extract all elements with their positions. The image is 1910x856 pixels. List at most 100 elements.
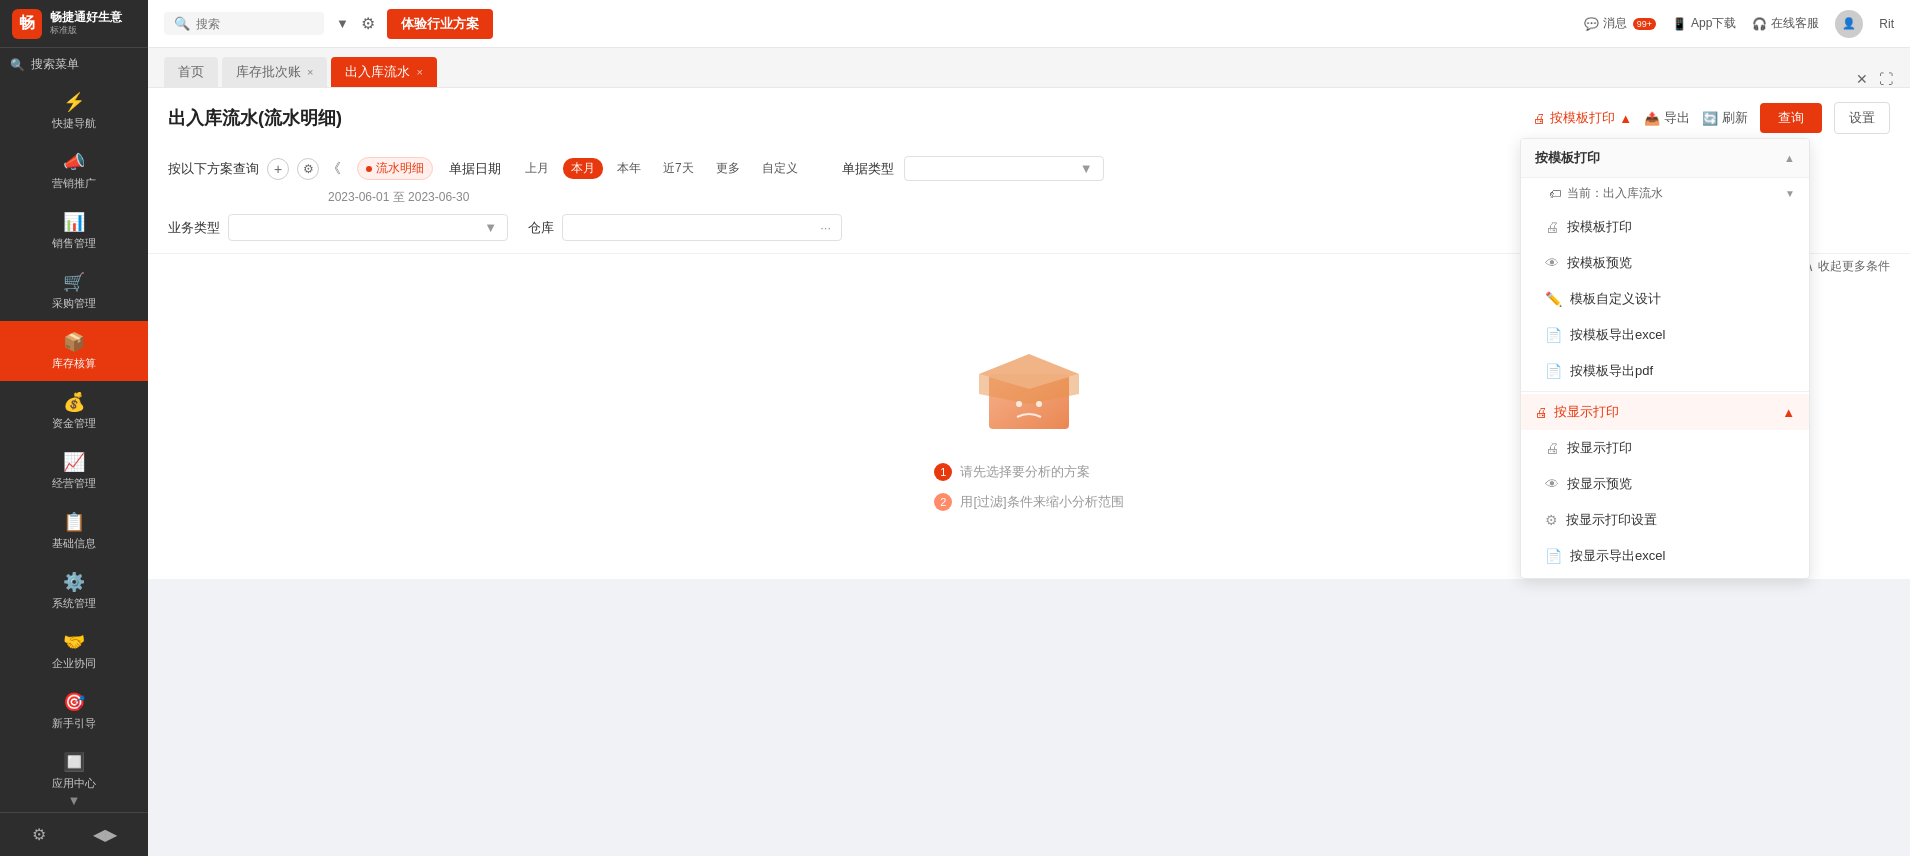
shortcut-current-month[interactable]: 本月 [563,158,603,179]
sidebar-item-marketing[interactable]: 📣 营销推广 [0,141,148,201]
export-icon: 📤 [1644,111,1660,126]
service-btn[interactable]: 🎧 在线客服 [1752,15,1819,32]
display-print-icon: 🖨 [1545,440,1559,456]
dropdown-item-template-preview[interactable]: 👁 按模板预览 [1521,245,1809,281]
nav-label: 经营管理 [52,476,96,491]
dropdown-item-display-pdf[interactable]: 📄 按显示导出pdf [1521,574,1809,578]
tab-home-label: 首页 [178,63,204,81]
sidebar-item-operation[interactable]: 📈 经营管理 [0,441,148,501]
shortcut-more[interactable]: 更多 [708,158,748,179]
search-input[interactable] [196,17,314,31]
purchase-icon: 🛒 [63,271,85,293]
nav-label: 新手引导 [52,716,96,731]
display-print-section-icon: 🖨 [1535,405,1548,420]
sidebar-search-btn[interactable]: 🔍 搜索菜单 [0,48,148,81]
user-avatar[interactable]: 👤 [1835,10,1863,38]
display-excel-icon: 📄 [1545,548,1562,564]
tab-batch[interactable]: 库存批次账 × [222,57,327,87]
query-button[interactable]: 查询 [1760,103,1822,133]
export-btn[interactable]: 📤 导出 [1644,109,1690,127]
top-bar: 🔍 ▼ ⚙ 体验行业方案 💬 消息 99+ 📱 App下载 🎧 在线客服 👤 [148,0,1910,48]
filter-add-btn[interactable]: + [267,158,289,180]
sidebar-item-system[interactable]: ⚙️ 系统管理 [0,561,148,621]
active-filter-tag[interactable]: 流水明细 [357,157,433,180]
voucher-type-label: 单据类型 [842,160,894,178]
current-chevron[interactable]: ▼ [1785,188,1795,199]
step-num-2: 2 [934,493,952,511]
settings-gear-btn[interactable]: ⚙ [28,821,50,848]
tab-flow[interactable]: 出入库流水 × [331,57,436,87]
settings-button[interactable]: 设置 [1834,102,1890,134]
user-name[interactable]: Rit [1879,17,1894,31]
top-search[interactable]: 🔍 [164,12,324,35]
template-excel-icon: 📄 [1545,327,1562,343]
system-icon: ⚙️ [63,571,85,593]
win-close-btn[interactable]: ✕ [1854,71,1870,87]
sidebar-item-appcenter[interactable]: 🔲 应用中心 [0,741,148,789]
warehouse-label: 仓库 [528,219,554,237]
business-type-label: 业务类型 [168,219,220,237]
filter-voucher-area: 单据类型 ▼ [842,156,1104,181]
dropdown-panel-header: 按模板打印 ▲ [1521,139,1809,178]
filter-collapse-chevron[interactable]: 《 [327,160,341,178]
collapse-more-btn[interactable]: ∧ 收起更多条件 [1805,258,1890,275]
dropdown-item-template-excel[interactable]: 📄 按模板导出excel [1521,317,1809,353]
sidebar-item-basic[interactable]: 📋 基础信息 [0,501,148,561]
dropdown-item-template-print[interactable]: 🖨 按模板打印 [1521,209,1809,245]
display-preview-icon: 👁 [1545,476,1559,492]
shortcut-last-month[interactable]: 上月 [517,158,557,179]
sidebar-item-purchase[interactable]: 🛒 采购管理 [0,261,148,321]
tab-flow-close[interactable]: × [416,66,422,78]
collapse-sidebar-btn[interactable]: ◀▶ [89,821,121,848]
template-custom-icon: ✏️ [1545,291,1562,307]
warehouse-select[interactable]: ··· [562,214,842,241]
dropdown-item-display-print[interactable]: 🖨 按显示打印 [1521,430,1809,466]
shortcut-current-year[interactable]: 本年 [609,158,649,179]
dropdown-collapse-btn[interactable]: ▲ [1784,152,1795,164]
message-badge: 99+ [1633,18,1656,30]
page-actions: 🖨 按模板打印 ▲ 📤 导出 🔄 刷新 查询 设置 按模板打印 [1533,102,1890,134]
dropdown-item-template-pdf[interactable]: 📄 按模板导出pdf [1521,353,1809,389]
nav-label: 企业协同 [52,656,96,671]
win-maximize-btn[interactable]: ⛶ [1878,71,1894,87]
business-type-wrap: 业务类型 ▼ [168,214,508,241]
business-type-select[interactable]: ▼ [228,214,508,241]
dropdown-item-display-excel[interactable]: 📄 按显示导出excel [1521,538,1809,574]
print-dropdown-btn[interactable]: 🖨 按模板打印 ▲ [1533,109,1632,127]
shortcut-custom[interactable]: 自定义 [754,158,806,179]
app-download-btn[interactable]: 📱 App下载 [1672,15,1736,32]
dropdown-item-display-settings[interactable]: ⚙ 按显示打印设置 [1521,502,1809,538]
sidebar-item-finance[interactable]: 💰 资金管理 [0,381,148,441]
voucher-type-select[interactable]: ▼ [904,156,1104,181]
dropdown-divider [1521,391,1809,392]
quicknav-icon: ⚡ [63,91,85,113]
date-shortcuts: 上月 本月 本年 近7天 更多 自定义 [517,158,806,179]
tab-batch-close[interactable]: × [307,66,313,78]
sidebar-item-sales[interactable]: 📊 销售管理 [0,201,148,261]
dropdown-item-template-custom[interactable]: ✏️ 模板自定义设计 [1521,281,1809,317]
nav-label: 库存核算 [52,356,96,371]
warehouse-dots: ··· [820,220,831,235]
tab-home[interactable]: 首页 [164,57,218,87]
nav-label: 营销推广 [52,176,96,191]
sidebar-scroll-down[interactable]: ▼ [0,789,148,812]
logo-text: 畅捷通好生意 标准版 [50,10,122,37]
filter-settings-btn[interactable]: ⚙ [297,158,319,180]
dropdown-item-display-preview[interactable]: 👁 按显示预览 [1521,466,1809,502]
dropdown-sub-header-display[interactable]: 🖨 按显示打印 ▲ [1521,394,1809,430]
sidebar-item-collab[interactable]: 🤝 企业协同 [0,621,148,681]
print-icon: 🖨 [1533,111,1546,126]
message-btn[interactable]: 💬 消息 99+ [1584,15,1656,32]
refresh-btn[interactable]: 🔄 刷新 [1702,109,1748,127]
shortcut-last7days[interactable]: 近7天 [655,158,702,179]
refresh-icon: 🔄 [1702,111,1718,126]
search-dropdown-btn[interactable]: ▼ [336,16,349,31]
sidebar-item-guide[interactable]: 🎯 新手引导 [0,681,148,741]
app-download-icon: 📱 [1672,17,1687,31]
tab-bar: 首页 库存批次账 × 出入库流水 × ✕ ⛶ [148,48,1910,88]
sidebar-item-quicknav[interactable]: ⚡ 快捷导航 [0,81,148,141]
display-collapse-btn[interactable]: ▲ [1782,405,1795,420]
topbar-gear-btn[interactable]: ⚙ [361,14,375,33]
sidebar-item-inventory[interactable]: 📦 库存核算 [0,321,148,381]
trial-btn[interactable]: 体验行业方案 [387,9,493,39]
